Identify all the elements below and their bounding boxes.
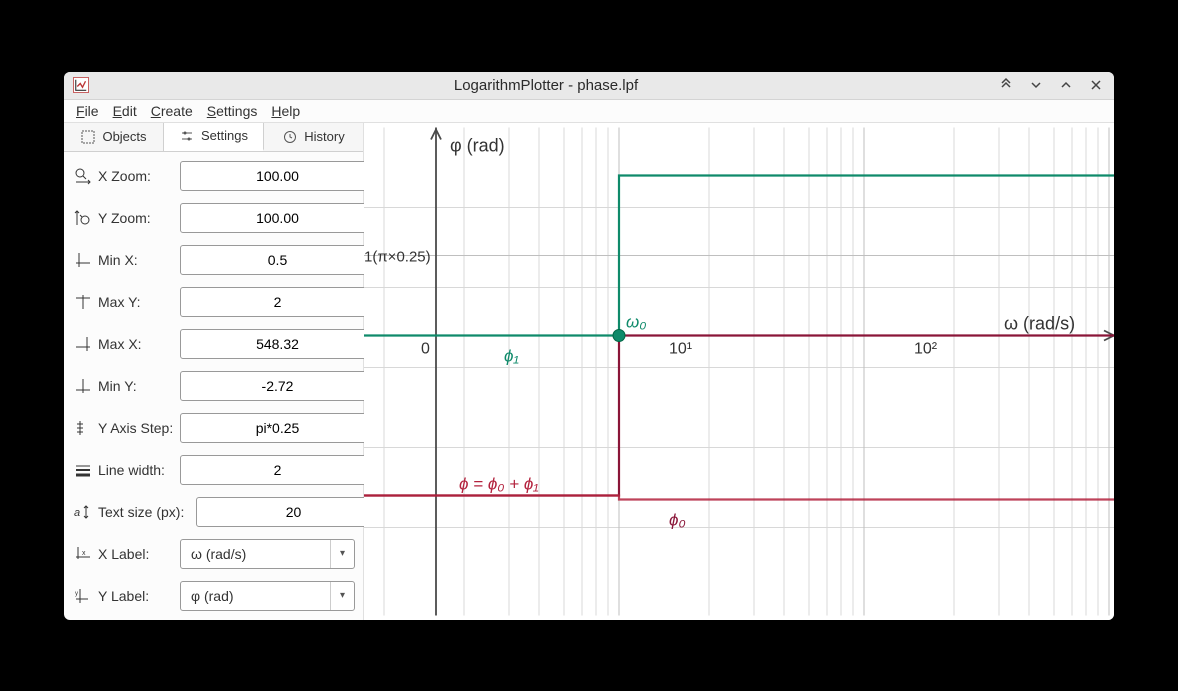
row-linewidth: Line width: <box>68 452 359 488</box>
xzoom-label: X Zoom: <box>98 168 176 184</box>
maximize-icon[interactable] <box>1056 75 1076 95</box>
app-window: LogarithmPlotter - phase.lpf File Edit C… <box>64 72 1114 620</box>
xtick-10-2: 10² <box>914 340 938 357</box>
row-minx: Min X: <box>68 242 359 278</box>
row-ylabel: y Y Label: φ (rad) ▾ <box>68 578 359 614</box>
omega0-label: ω₀ <box>626 312 646 331</box>
ylabel-label: Y Label: <box>98 588 176 604</box>
origin-label: 0 <box>421 340 430 357</box>
scroll-top-icon[interactable] <box>996 75 1016 95</box>
yaxisstep-label: Y Axis Step: <box>98 420 176 436</box>
tab-history-label: History <box>304 129 344 144</box>
xaxis-label: ω (rad/s) <box>1004 313 1075 333</box>
row-miny: Min Y: <box>68 368 359 404</box>
tab-objects[interactable]: Objects <box>64 123 164 151</box>
maxx-input[interactable] <box>180 329 375 359</box>
textsize-input[interactable] <box>196 497 391 527</box>
xtick-10-1: 10¹ <box>669 340 692 357</box>
yaxisstep-input[interactable] <box>180 413 375 443</box>
menu-create[interactable]: Create <box>145 101 199 121</box>
menu-edit[interactable]: Edit <box>107 101 143 121</box>
miny-icon <box>72 375 94 397</box>
maxy-icon <box>72 291 94 313</box>
maxx-icon <box>72 333 94 355</box>
chevron-down-icon: ▾ <box>330 540 354 568</box>
ytick-label: 1(π×0.25) <box>364 248 431 265</box>
xlabel-label: X Label: <box>98 546 176 562</box>
row-xzoom: X Zoom: <box>68 158 359 194</box>
svg-text:y: y <box>75 591 78 597</box>
svg-text:a: a <box>74 507 80 519</box>
phi0-label: ϕ₀ <box>669 510 686 529</box>
maxy-input[interactable] <box>180 287 375 317</box>
tab-objects-label: Objects <box>102 129 146 144</box>
minx-label: Min X: <box>98 252 176 268</box>
ylabel-value: φ (rad) <box>181 588 330 604</box>
row-maxy: Max Y: <box>68 284 359 320</box>
tab-settings-label: Settings <box>201 128 248 143</box>
sidebar: Objects Settings History X Zoom: <box>64 123 364 620</box>
tab-settings[interactable]: Settings <box>164 123 264 151</box>
sum-label: ϕ = ϕ₀ + ϕ₁ <box>459 474 539 493</box>
settings-panel: X Zoom: Y Zoom: Min X: Max Y: <box>64 152 363 620</box>
window-buttons <box>996 75 1106 95</box>
linewidth-input[interactable] <box>180 455 375 485</box>
minimize-icon[interactable] <box>1026 75 1046 95</box>
maxy-label: Max Y: <box>98 294 176 310</box>
xlabel-icon: x <box>72 543 94 565</box>
xlabel-select[interactable]: ω (rad/s) ▾ <box>180 539 355 569</box>
content: Objects Settings History X Zoom: <box>64 123 1114 620</box>
window-title: LogarithmPlotter - phase.lpf <box>96 77 996 94</box>
minx-input[interactable] <box>180 245 375 275</box>
textsize-label: Text size (px): <box>98 504 192 520</box>
plot-canvas[interactable]: φ (rad) ω (rad/s) 0 1(π×0.25) 10¹ 10² ω₀… <box>364 123 1114 620</box>
row-textsize: a Text size (px): <box>68 494 359 530</box>
row-yzoom: Y Zoom: <box>68 200 359 236</box>
maxx-label: Max X: <box>98 336 176 352</box>
xzoom-icon <box>72 165 94 187</box>
miny-label: Min Y: <box>98 378 176 394</box>
yaxis-label: φ (rad) <box>450 135 505 155</box>
yzoom-label: Y Zoom: <box>98 210 176 226</box>
miny-input[interactable] <box>180 371 375 401</box>
menu-settings[interactable]: Settings <box>201 101 264 121</box>
sliders-icon <box>179 128 195 144</box>
row-maxx: Max X: <box>68 326 359 362</box>
yzoom-input[interactable] <box>180 203 375 233</box>
chevron-down-icon: ▾ <box>330 582 354 610</box>
yaxisstep-icon <box>72 417 94 439</box>
xlabel-value: ω (rad/s) <box>181 546 330 562</box>
titlebar: LogarithmPlotter - phase.lpf <box>64 72 1114 101</box>
clock-icon <box>282 129 298 145</box>
menu-help[interactable]: Help <box>265 101 306 121</box>
app-icon <box>72 76 90 94</box>
svg-text:x: x <box>82 550 86 557</box>
xzoom-input[interactable] <box>180 161 375 191</box>
ylabel-select[interactable]: φ (rad) ▾ <box>180 581 355 611</box>
menu-file[interactable]: File <box>70 101 105 121</box>
phi1-label: ϕ₁ <box>504 346 519 365</box>
minx-icon <box>72 249 94 271</box>
close-icon[interactable] <box>1086 75 1106 95</box>
menubar: File Edit Create Settings Help <box>64 100 1114 122</box>
tab-history[interactable]: History <box>264 123 363 151</box>
sidebar-tabs: Objects Settings History <box>64 123 363 152</box>
row-xlabel: x X Label: ω (rad/s) ▾ <box>68 536 359 572</box>
yzoom-icon <box>72 207 94 229</box>
row-yaxisstep: Y Axis Step: α <box>68 410 359 446</box>
ylabel-icon: y <box>72 585 94 607</box>
textsize-icon: a <box>72 501 94 523</box>
linewidth-icon <box>72 459 94 481</box>
objects-icon <box>80 129 96 145</box>
linewidth-label: Line width: <box>98 462 176 478</box>
